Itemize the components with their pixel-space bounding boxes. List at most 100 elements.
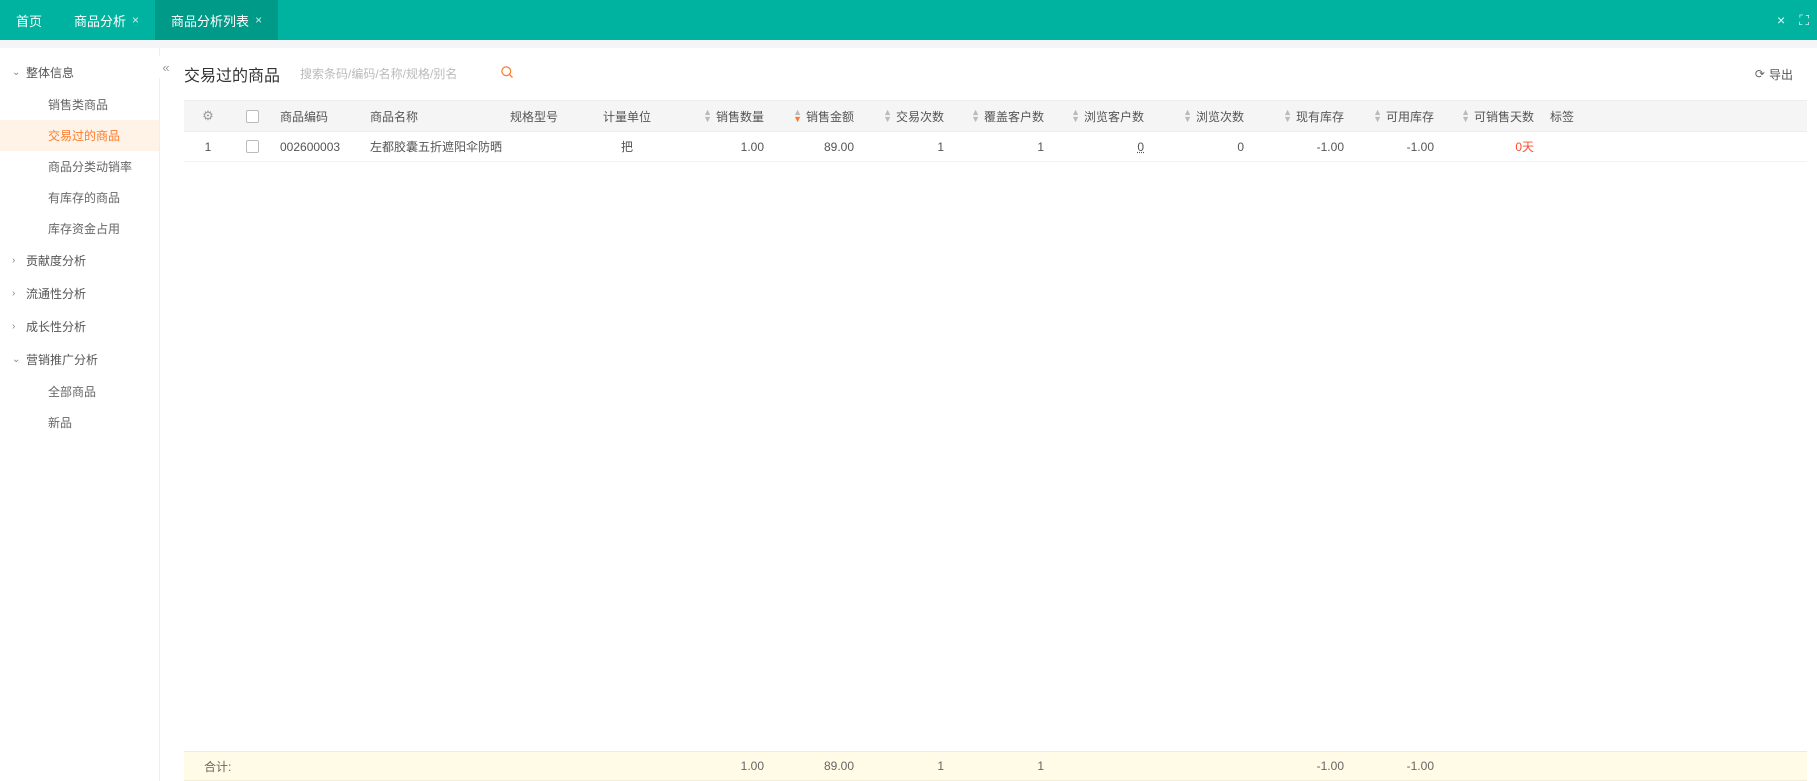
tab-product-analysis[interactable]: 商品分析 × bbox=[58, 0, 155, 40]
sidebar-group-label: 整体信息 bbox=[26, 64, 74, 81]
sidebar-item-all-products[interactable]: 全部商品 bbox=[0, 376, 159, 407]
chevron-down-icon: ⌄ bbox=[12, 354, 20, 365]
chevron-right-icon: › bbox=[12, 288, 15, 299]
sidebar-item-instock-products[interactable]: 有库存的商品 bbox=[0, 182, 159, 213]
cell-stock: -1.00 bbox=[1252, 132, 1352, 161]
col-stock[interactable]: ▲▼现有库存 bbox=[1252, 101, 1352, 131]
table-empty-space bbox=[184, 162, 1807, 751]
search-input[interactable] bbox=[296, 61, 496, 87]
cell-browse-cnt: 0 bbox=[1152, 132, 1252, 161]
cell-customers: 1 bbox=[952, 132, 1052, 161]
sort-icon: ▲▼ bbox=[883, 109, 892, 123]
col-browse-cnt[interactable]: ▲▼浏览次数 bbox=[1152, 101, 1252, 131]
col-gear[interactable]: ⚙ bbox=[184, 101, 232, 131]
col-name[interactable]: 商品名称 bbox=[362, 101, 502, 131]
table-row: 1 002600003 左都胶囊五折遮阳伞防晒伞; 把 1.00 89.00 1… bbox=[184, 132, 1807, 162]
footer-browse-cust bbox=[1052, 752, 1152, 780]
sidebar-item-traded-products[interactable]: 交易过的商品 bbox=[0, 120, 159, 151]
page-title: 交易过的商品 bbox=[184, 62, 280, 86]
footer-tags bbox=[1542, 752, 1807, 780]
cell-tags bbox=[1542, 132, 1807, 161]
cell-avail: -1.00 bbox=[1352, 132, 1442, 161]
chevron-right-icon: › bbox=[12, 255, 15, 266]
cell-code: 002600003 bbox=[272, 132, 362, 161]
col-unit[interactable]: 计量单位 bbox=[582, 101, 672, 131]
divider bbox=[0, 40, 1817, 48]
col-code[interactable]: 商品编码 bbox=[272, 101, 362, 131]
sort-icon: ▲▼ bbox=[1183, 109, 1192, 123]
sidebar-group-growth[interactable]: › 成长性分析 bbox=[0, 310, 159, 343]
sidebar-group-marketing[interactable]: ⌄ 营销推广分析 bbox=[0, 343, 159, 376]
search-wrap bbox=[296, 61, 515, 87]
footer-stock: -1.00 bbox=[1252, 752, 1352, 780]
col-days[interactable]: ▲▼可销售天数 bbox=[1442, 101, 1542, 131]
footer-browse-cnt bbox=[1152, 752, 1252, 780]
col-amount[interactable]: ▲▼销售金额 bbox=[772, 101, 862, 131]
col-qty[interactable]: ▲▼销售数量 bbox=[672, 101, 772, 131]
fullscreen-icon[interactable]: ⛶ bbox=[1799, 12, 1809, 29]
cell-index: 1 bbox=[184, 132, 232, 161]
chevron-right-icon: › bbox=[12, 321, 15, 332]
cell-amount: 89.00 bbox=[772, 132, 862, 161]
sidebar-group-liquidity[interactable]: › 流通性分析 bbox=[0, 277, 159, 310]
refresh-icon: ⟳ bbox=[1755, 67, 1765, 81]
sidebar-item-sales-products[interactable]: 销售类商品 bbox=[0, 89, 159, 120]
gear-icon[interactable]: ⚙ bbox=[202, 108, 214, 124]
content-header: 交易过的商品 ⟳ 导出 bbox=[184, 48, 1817, 100]
close-icon[interactable]: × bbox=[132, 13, 139, 27]
table-header: ⚙ 商品编码 商品名称 规格型号 计量单位 ▲▼销售数量 ▲▼销售金额 ▲▼交易… bbox=[184, 100, 1807, 132]
sidebar: « ⌄ 整体信息 销售类商品 交易过的商品 商品分类动销率 有库存的商品 库存资… bbox=[0, 48, 160, 781]
sort-icon: ▲▼ bbox=[1373, 109, 1382, 123]
tab-label: 商品分析列表 bbox=[171, 11, 249, 30]
footer-txn: 1 bbox=[862, 752, 952, 780]
sidebar-item-category-rate[interactable]: 商品分类动销率 bbox=[0, 151, 159, 182]
cell-browse-cust[interactable]: 0 bbox=[1052, 132, 1152, 161]
col-checkbox[interactable] bbox=[232, 101, 272, 131]
chevron-down-icon: ⌄ bbox=[12, 67, 20, 78]
tab-home[interactable]: 首页 bbox=[0, 0, 58, 40]
footer-label: 合计: bbox=[184, 752, 362, 780]
sidebar-item-stock-capital[interactable]: 库存资金占用 bbox=[0, 213, 159, 244]
col-browse-cust[interactable]: ▲▼浏览客户数 bbox=[1052, 101, 1152, 131]
cell-qty: 1.00 bbox=[672, 132, 772, 161]
search-icon[interactable] bbox=[500, 65, 515, 84]
cell-checkbox[interactable] bbox=[232, 132, 272, 161]
sidebar-group-label: 贡献度分析 bbox=[26, 252, 86, 269]
cell-spec bbox=[502, 132, 582, 161]
col-txn[interactable]: ▲▼交易次数 bbox=[862, 101, 952, 131]
sort-icon: ▲▼ bbox=[1461, 109, 1470, 123]
checkbox-row[interactable] bbox=[246, 140, 259, 153]
top-right-controls: × ⛶ bbox=[1777, 0, 1809, 40]
sidebar-group-contribution[interactable]: › 贡献度分析 bbox=[0, 244, 159, 277]
sort-icon: ▲▼ bbox=[971, 109, 980, 123]
sort-icon: ▲▼ bbox=[703, 109, 712, 123]
sidebar-group-label: 营销推广分析 bbox=[26, 351, 98, 368]
tab-product-analysis-list[interactable]: 商品分析列表 × bbox=[155, 0, 278, 40]
close-all-icon[interactable]: × bbox=[1777, 12, 1785, 28]
col-avail[interactable]: ▲▼可用库存 bbox=[1352, 101, 1442, 131]
sort-icon: ▲▼ bbox=[793, 109, 802, 123]
table: ⚙ 商品编码 商品名称 规格型号 计量单位 ▲▼销售数量 ▲▼销售金额 ▲▼交易… bbox=[184, 100, 1817, 781]
footer-customers: 1 bbox=[952, 752, 1052, 780]
tab-label: 商品分析 bbox=[74, 11, 126, 30]
footer-avail: -1.00 bbox=[1352, 752, 1442, 780]
footer-days bbox=[1442, 752, 1542, 780]
cell-txn: 1 bbox=[862, 132, 952, 161]
sidebar-item-new-products[interactable]: 新品 bbox=[0, 407, 159, 438]
sidebar-group-overall[interactable]: ⌄ 整体信息 bbox=[0, 56, 159, 89]
export-button[interactable]: ⟳ 导出 bbox=[1755, 66, 1793, 83]
col-spec[interactable]: 规格型号 bbox=[502, 101, 582, 131]
col-customers[interactable]: ▲▼覆盖客户数 bbox=[952, 101, 1052, 131]
tab-label: 首页 bbox=[16, 11, 42, 30]
sidebar-group-label: 流通性分析 bbox=[26, 285, 86, 302]
sort-icon: ▲▼ bbox=[1071, 109, 1080, 123]
cell-unit: 把 bbox=[582, 132, 672, 161]
cell-name: 左都胶囊五折遮阳伞防晒伞; bbox=[362, 132, 502, 161]
footer-qty: 1.00 bbox=[672, 752, 772, 780]
browse-cust-link[interactable]: 0 bbox=[1137, 140, 1144, 154]
checkbox-all[interactable] bbox=[246, 110, 259, 123]
content: 交易过的商品 ⟳ 导出 ⚙ 商品编码 bbox=[160, 48, 1817, 781]
close-icon[interactable]: × bbox=[255, 13, 262, 27]
cell-days: 0天 bbox=[1442, 132, 1542, 161]
col-tags[interactable]: 标签 bbox=[1542, 101, 1807, 131]
